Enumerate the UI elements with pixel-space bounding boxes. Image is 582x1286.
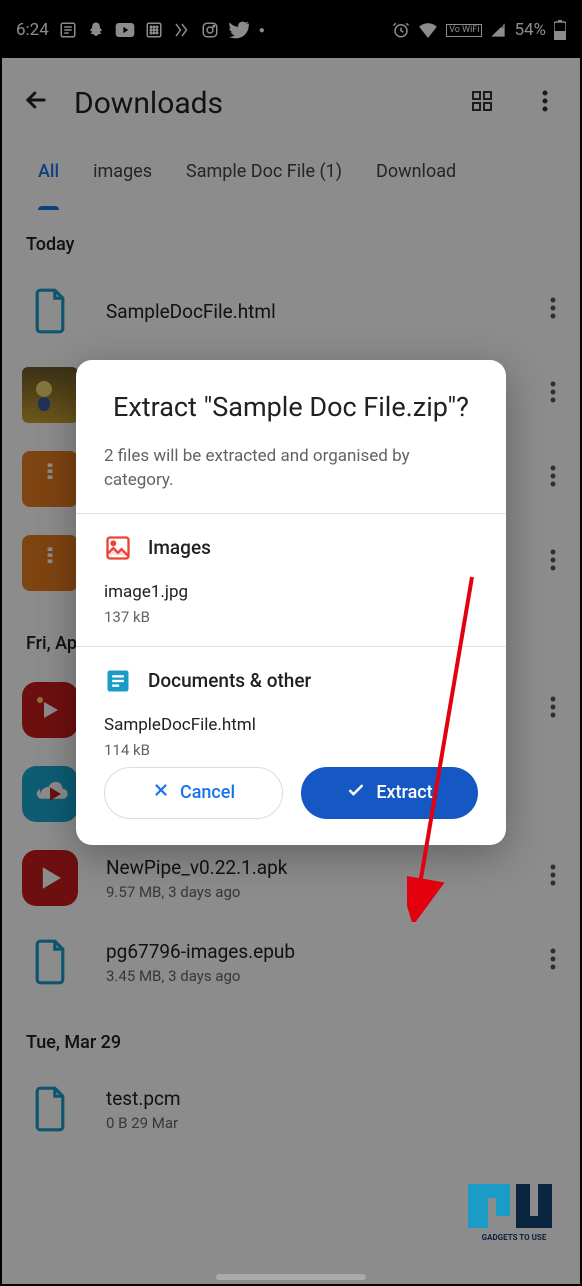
file-overflow-icon[interactable] — [540, 380, 566, 410]
tab-sampledoc[interactable]: Sample Doc File (1) — [186, 161, 342, 182]
app-icon — [22, 766, 78, 822]
apps-grid-icon — [145, 21, 163, 39]
tab-images[interactable]: images — [93, 161, 152, 182]
file-name: test.pcm — [106, 1087, 181, 1110]
file-icon — [22, 934, 78, 990]
cancel-label: Cancel — [180, 782, 235, 803]
tab-download[interactable]: Download — [376, 161, 456, 182]
category-file-size: 114 kB — [104, 741, 478, 755]
file-overflow-icon[interactable] — [540, 296, 566, 326]
file-name: SampleDocFile.html — [106, 300, 276, 323]
dot-icon: ● — [259, 25, 265, 36]
file-meta: 3.45 MB, 3 days ago — [106, 967, 295, 985]
vowifi-label: Vo WiFi — [446, 24, 482, 37]
page-title: Downloads — [74, 86, 434, 121]
youtube-icon — [115, 23, 135, 37]
category-file-name: SampleDocFile.html — [104, 715, 478, 735]
category-documents: Documents & other — [104, 667, 478, 695]
dialog-actions: Cancel Extract — [104, 767, 478, 819]
extract-dialog: Extract "Sample Doc File.zip"? 2 files w… — [76, 360, 506, 845]
section-header-tue: Tue, Mar 29 — [2, 990, 580, 1053]
file-row[interactable]: test.pcm 0 B 29 Mar — [2, 1053, 580, 1137]
category-file-name: image1.jpg — [104, 582, 478, 602]
file-overflow-icon[interactable] — [540, 548, 566, 578]
wifi-icon — [418, 22, 438, 38]
document-category-icon — [104, 667, 132, 695]
watermark-logo: GADGETS TO USE — [460, 1176, 568, 1246]
status-bar: 6:24 ● Vo WiFi x 54% — [2, 2, 580, 58]
category-file-size: 137 kB — [104, 608, 478, 626]
file-icon — [22, 1081, 78, 1137]
zip-icon — [22, 535, 78, 591]
overflow-menu-icon[interactable] — [530, 89, 560, 119]
notification-list-icon — [59, 21, 77, 39]
alarm-icon — [392, 21, 410, 39]
app-icon — [22, 850, 78, 906]
category-images: Images — [104, 534, 478, 562]
battery-percent: 54% — [514, 20, 546, 40]
section-header-today: Today — [2, 192, 580, 255]
snapchat-icon — [87, 21, 105, 39]
file-name: NewPipe_v0.22.1.apk — [106, 856, 287, 879]
file-row[interactable]: pg67796-images.epub 3.45 MB, 3 days ago — [2, 906, 580, 990]
app-icon — [173, 21, 191, 39]
app-icon — [22, 682, 78, 738]
twitter-icon — [229, 21, 249, 39]
file-overflow-icon[interactable] — [540, 863, 566, 893]
signal-icon: x — [490, 22, 506, 38]
close-x-icon — [152, 781, 170, 804]
file-overflow-icon[interactable] — [540, 464, 566, 494]
file-row[interactable]: SampleDocFile.html — [2, 255, 580, 339]
tab-all[interactable]: All — [38, 161, 59, 182]
file-icon — [22, 283, 78, 339]
file-overflow-icon[interactable] — [540, 695, 566, 725]
category-title: Images — [148, 536, 211, 559]
home-indicator[interactable] — [216, 1274, 366, 1280]
app-header: Downloads — [2, 58, 580, 141]
image-thumbnail — [22, 367, 78, 423]
dialog-subtitle: 2 files will be extracted and organised … — [104, 445, 478, 493]
filter-tabs: All images Sample Doc File (1) Download — [2, 141, 580, 192]
category-title: Documents & other — [148, 669, 311, 692]
file-overflow-icon[interactable] — [540, 947, 566, 977]
svg-text:GADGETS TO USE: GADGETS TO USE — [482, 1233, 547, 1242]
status-time: 6:24 — [16, 20, 49, 40]
divider — [76, 646, 506, 647]
file-meta: 9.57 MB, 3 days ago — [106, 883, 287, 901]
instagram-icon — [201, 21, 219, 39]
divider — [76, 513, 506, 514]
file-meta: 0 B 29 Mar — [106, 1114, 181, 1132]
extract-label: Extract — [376, 782, 432, 803]
dialog-title: Extract "Sample Doc File.zip"? — [104, 390, 478, 425]
grid-view-icon[interactable] — [458, 89, 506, 119]
file-name: pg67796-images.epub — [106, 940, 295, 963]
image-category-icon — [104, 534, 132, 562]
zip-icon — [22, 451, 78, 507]
cancel-button[interactable]: Cancel — [104, 767, 283, 819]
check-icon — [346, 780, 366, 805]
back-arrow-icon[interactable] — [22, 86, 50, 121]
battery-icon — [554, 20, 566, 40]
extract-button[interactable]: Extract — [301, 767, 478, 819]
